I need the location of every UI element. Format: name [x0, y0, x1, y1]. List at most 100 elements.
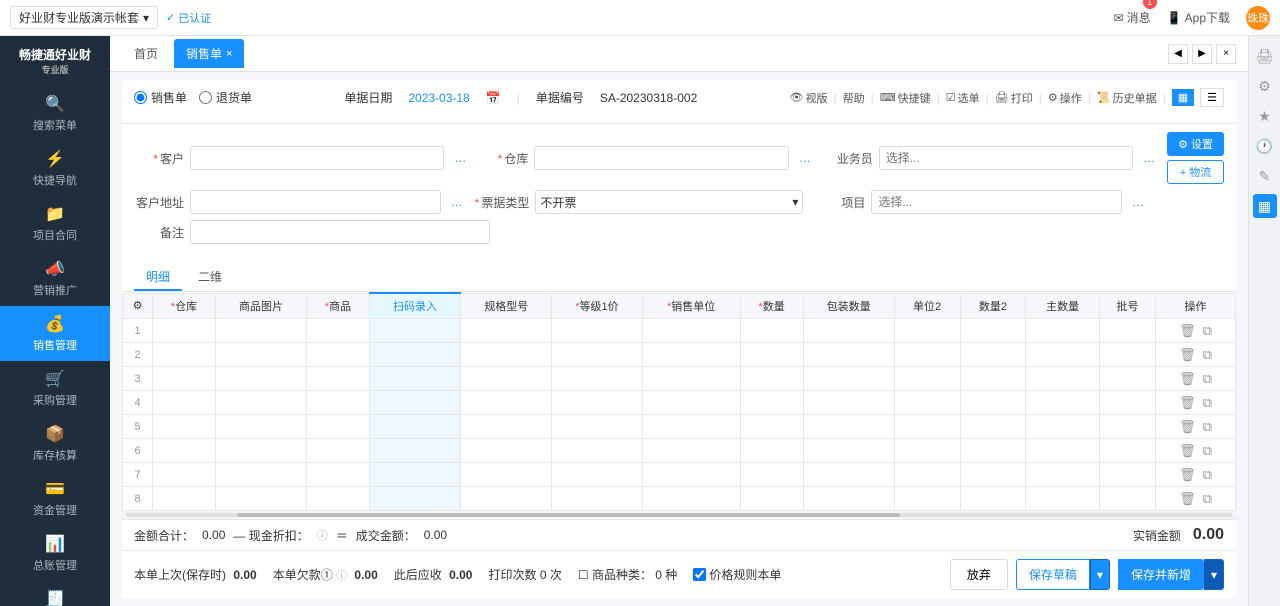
cell-batch-input[interactable] [369, 487, 460, 511]
copy-row-btn[interactable]: ⧉ [1201, 443, 1214, 459]
cell-spec[interactable] [461, 463, 552, 487]
tab-sale[interactable]: 销售单 × [174, 39, 244, 68]
cell-warehouse[interactable] [153, 415, 216, 439]
cell-qty2[interactable] [960, 415, 1026, 439]
salesman-input[interactable] [879, 146, 1133, 170]
invoice-select[interactable]: 不开票 ▾ [535, 190, 803, 214]
cell-product-img[interactable] [215, 487, 306, 511]
cell-quantity[interactable] [740, 463, 803, 487]
cell-warehouse[interactable] [153, 439, 216, 463]
copy-row-btn[interactable]: ⧉ [1201, 323, 1214, 339]
help-btn[interactable]: 帮助 [843, 90, 865, 106]
cell-batch[interactable] [1099, 439, 1155, 463]
cell-unit2[interactable] [894, 367, 960, 391]
side-icon-2[interactable]: ⚙ [1253, 74, 1277, 98]
cell-batch-input[interactable] [369, 415, 460, 439]
sidebar-item-capital[interactable]: 💳 资金管理 [0, 471, 110, 526]
cell-quantity[interactable] [740, 343, 803, 367]
cell-batch-input[interactable] [369, 391, 460, 415]
cell-warehouse[interactable] [153, 319, 216, 343]
app-download-btn[interactable]: 📱 App下载 [1167, 9, 1230, 26]
cell-quantity[interactable] [740, 319, 803, 343]
cell-qty2[interactable] [960, 487, 1026, 511]
sidebar-item-marketing[interactable]: 📣 营销推广 [0, 251, 110, 306]
side-icon-3[interactable]: ★ [1253, 104, 1277, 128]
warehouse-input[interactable]: 小云仓库 [534, 146, 788, 170]
cell-product[interactable] [307, 439, 370, 463]
cell-batch[interactable] [1099, 415, 1155, 439]
delete-row-btn[interactable]: 🗑 [1177, 323, 1198, 339]
list-view-btn[interactable]: ☰ [1200, 88, 1224, 107]
tab-close-btn[interactable]: × [1216, 44, 1236, 64]
tab-close-icon[interactable]: × [226, 48, 232, 60]
cell-price1[interactable] [552, 319, 642, 343]
delete-row-btn[interactable]: 🗑 [1177, 467, 1198, 483]
tab-next-btn[interactable]: ▶ [1192, 44, 1212, 64]
cell-price1[interactable] [552, 439, 642, 463]
tab-detail[interactable]: 明细 [134, 264, 182, 291]
address-dots[interactable]: … [451, 195, 463, 209]
project-dots[interactable]: … [1132, 195, 1144, 209]
cell-warehouse[interactable] [153, 391, 216, 415]
delete-row-btn[interactable]: 🗑 [1177, 443, 1198, 459]
messages-btn[interactable]: ✉ 1 消息 [1114, 9, 1151, 26]
sidebar-item-general[interactable]: 📊 总账管理 [0, 526, 110, 581]
side-icon-4[interactable]: 🕐 [1253, 134, 1277, 158]
cell-product-img[interactable] [215, 367, 306, 391]
cell-price1[interactable] [552, 343, 642, 367]
cell-unit2[interactable] [894, 487, 960, 511]
cell-price1[interactable] [552, 463, 642, 487]
sidebar-item-sales[interactable]: 💰 销售管理 [0, 306, 110, 361]
sidebar-item-purchase[interactable]: 🛒 采购管理 [0, 361, 110, 416]
salesman-dots[interactable]: … [1143, 151, 1155, 165]
cell-price1[interactable] [552, 367, 642, 391]
side-icon-5[interactable]: ✎ [1253, 164, 1277, 188]
cell-pack-qty[interactable] [803, 487, 894, 511]
cell-sales-unit[interactable] [642, 415, 740, 439]
cell-batch[interactable] [1099, 367, 1155, 391]
cell-sales-unit[interactable] [642, 367, 740, 391]
delete-row-btn[interactable]: 🗑 [1177, 491, 1198, 507]
cell-pack-qty[interactable] [803, 391, 894, 415]
cell-product-img[interactable] [215, 439, 306, 463]
sale-radio[interactable]: 销售单 [134, 89, 187, 106]
cell-spec[interactable] [461, 415, 552, 439]
cell-batch-input[interactable] [369, 343, 460, 367]
cell-batch[interactable] [1099, 463, 1155, 487]
delete-row-btn[interactable]: 🗑 [1177, 419, 1198, 435]
cell-product[interactable] [307, 343, 370, 367]
copy-row-btn[interactable]: ⧉ [1201, 467, 1214, 483]
sidebar-item-quick-nav[interactable]: ⚡ 快捷导航 [0, 141, 110, 196]
price-check-input[interactable] [693, 568, 706, 581]
discount-info-icon[interactable]: ⓘ [317, 527, 328, 543]
cell-qty2[interactable] [960, 367, 1026, 391]
cell-product-img[interactable] [215, 415, 306, 439]
cell-unit2[interactable] [894, 439, 960, 463]
copy-row-btn[interactable]: ⧉ [1201, 491, 1214, 507]
sidebar-item-invoice[interactable]: 🧾 发票管理 [0, 581, 110, 606]
cell-qty2[interactable] [960, 391, 1026, 415]
cell-spec[interactable] [461, 487, 552, 511]
cell-sales-unit[interactable] [642, 463, 740, 487]
cell-pack-qty[interactable] [803, 319, 894, 343]
cell-quantity[interactable] [740, 487, 803, 511]
copy-row-btn[interactable]: ⧉ [1201, 419, 1214, 435]
cell-unit2[interactable] [894, 319, 960, 343]
cell-qty2[interactable] [960, 463, 1026, 487]
shortcut-btn[interactable]: ⌨ 快捷键 [880, 90, 931, 106]
cell-main-qty[interactable] [1026, 391, 1100, 415]
horizontal-scrollbar[interactable] [122, 511, 1236, 519]
cell-warehouse[interactable] [153, 463, 216, 487]
settings-btn[interactable]: ⚙ 设置 [1167, 132, 1224, 156]
cell-product-img[interactable] [215, 463, 306, 487]
discard-btn[interactable]: 放弃 [950, 559, 1008, 590]
ops-btn[interactable]: ⚙ 操作 [1048, 90, 1082, 106]
save-new-dropdown[interactable]: ▾ [1204, 559, 1224, 590]
cell-pack-qty[interactable] [803, 415, 894, 439]
cell-warehouse[interactable] [153, 367, 216, 391]
cell-product[interactable] [307, 415, 370, 439]
side-icon-1[interactable]: 🖨 [1253, 44, 1277, 68]
cell-main-qty[interactable] [1026, 343, 1100, 367]
delete-row-btn[interactable]: 🗑 [1177, 395, 1198, 411]
cell-batch[interactable] [1099, 487, 1155, 511]
